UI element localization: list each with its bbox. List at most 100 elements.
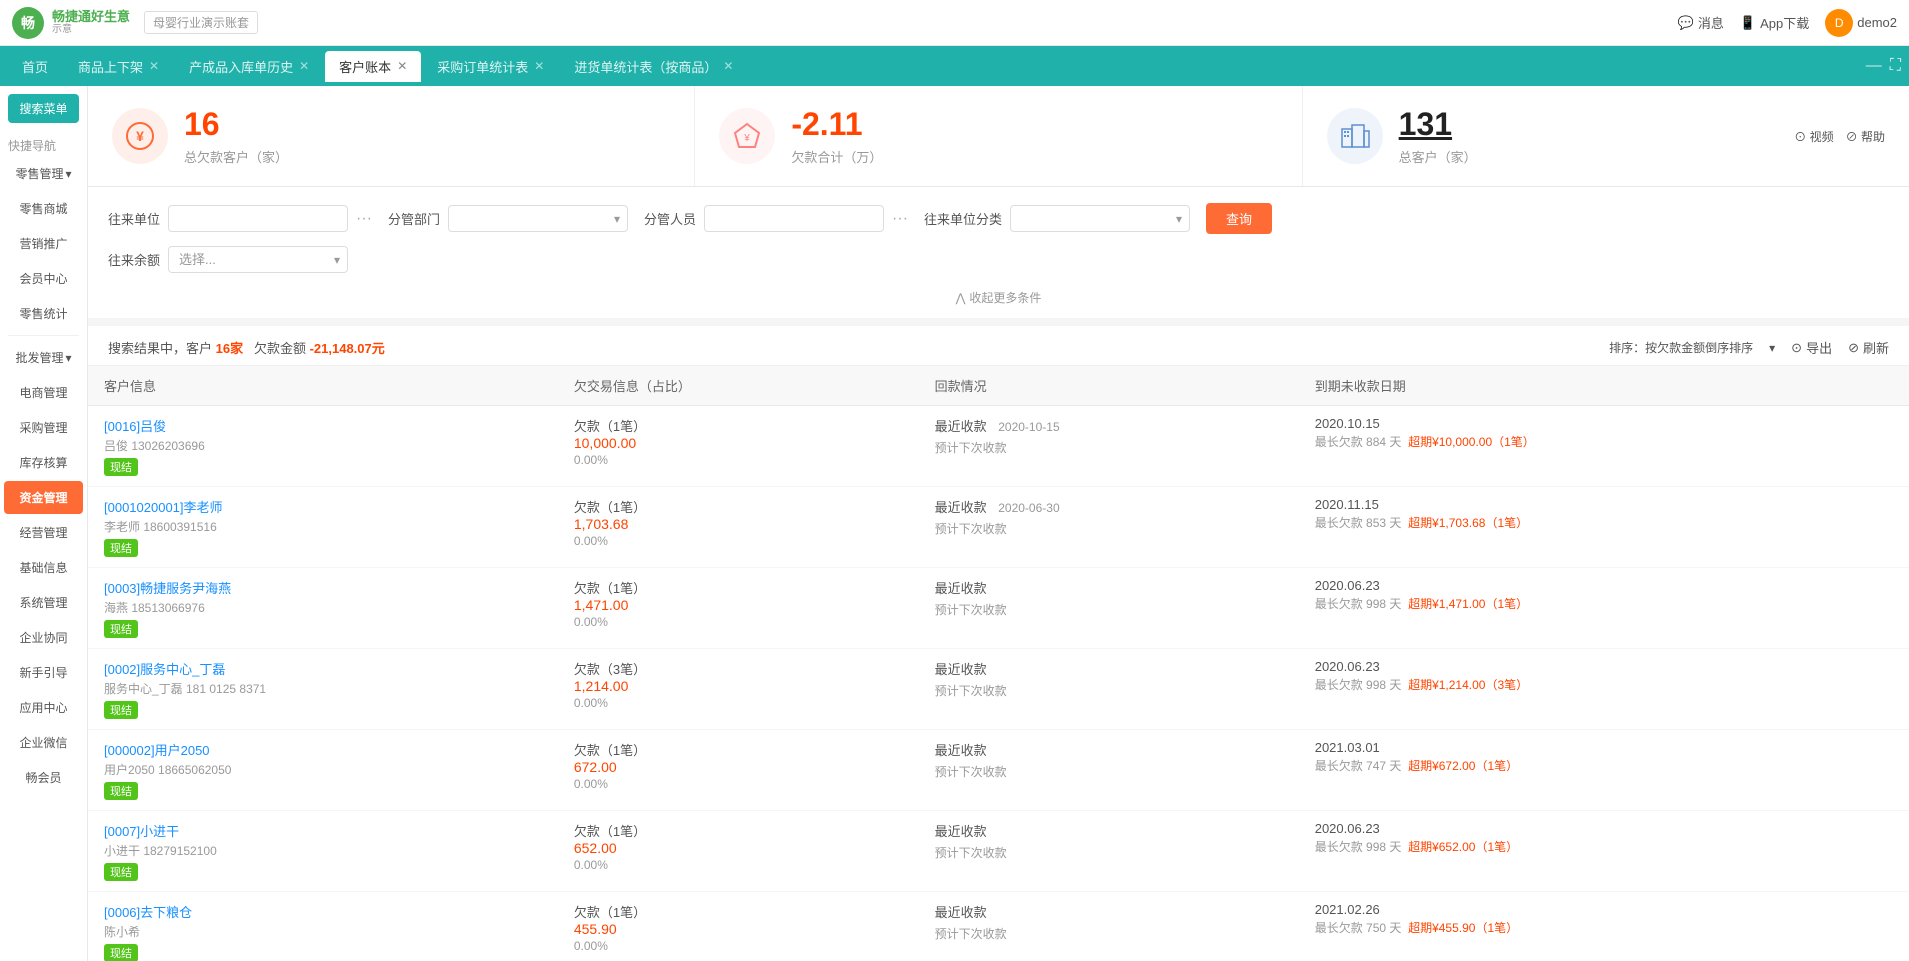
tab-close-product-listing[interactable]: ✕ bbox=[149, 59, 159, 73]
collection-recent-6: 最近收款 bbox=[935, 902, 1283, 921]
total-customers-icon bbox=[1327, 108, 1383, 164]
sidebar-item-chang-member[interactable]: 畅会员 bbox=[4, 761, 83, 794]
debt-percent-3: 0.00% bbox=[574, 696, 903, 710]
filter-input-customer[interactable] bbox=[168, 205, 348, 232]
customer-name-link-6[interactable]: [0006]去下粮仓 bbox=[104, 905, 192, 920]
tab-close-incoming[interactable]: ✕ bbox=[723, 59, 733, 73]
sidebar-item-inventory[interactable]: 库存核算 bbox=[4, 446, 83, 479]
app-download-button[interactable]: 📱 App下载 bbox=[1740, 13, 1809, 32]
filter-input-person[interactable] bbox=[704, 205, 884, 232]
filter-select-dept[interactable] bbox=[448, 205, 628, 232]
customer-name-link-4[interactable]: [000002]用户2050 bbox=[104, 743, 210, 758]
overdue-link-6[interactable]: 超期¥455.90（1笔） bbox=[1408, 921, 1518, 935]
debt-amount-1[interactable]: 1,703.68 bbox=[574, 516, 903, 532]
sidebar-item-enterprise-wechat[interactable]: 企业微信 bbox=[4, 726, 83, 759]
tab-purchase-stats[interactable]: 采购订单统计表 ✕ bbox=[423, 51, 558, 82]
sidebar-item-marketing[interactable]: 营销推广 bbox=[4, 227, 83, 260]
debt-amount-3[interactable]: 1,214.00 bbox=[574, 678, 903, 694]
sidebar-item-wholesale-mgmt[interactable]: 批发管理 ▾ bbox=[4, 341, 83, 374]
col-overdue: 到期未收款日期 bbox=[1299, 366, 1909, 406]
debt-amount-4[interactable]: 672.00 bbox=[574, 759, 903, 775]
overdue-link-2[interactable]: 超期¥1,471.00（1笔） bbox=[1408, 597, 1528, 611]
sidebar-item-newbie[interactable]: 新手引导 bbox=[4, 656, 83, 689]
filter-dots-customer[interactable]: ··· bbox=[356, 210, 372, 228]
cell-debt-0: 欠款（1笔） 10,000.00 0.00% bbox=[558, 406, 919, 487]
sidebar-item-retail-mgmt[interactable]: 零售管理 ▾ bbox=[4, 157, 83, 190]
tab-home[interactable]: 首页 bbox=[8, 51, 62, 82]
tab-minimize-btn[interactable]: — bbox=[1866, 57, 1882, 75]
sidebar-nav-title: 快捷导航 bbox=[0, 131, 87, 156]
user-menu[interactable]: D demo2 bbox=[1825, 9, 1897, 37]
tab-close-purchase[interactable]: ✕ bbox=[534, 59, 544, 73]
overdue-link-0[interactable]: 超期¥10,000.00（1笔） bbox=[1408, 435, 1535, 449]
filter-expand-btn[interactable]: ⋀ 收起更多条件 bbox=[108, 285, 1889, 310]
tab-maximize-btn[interactable]: ⛶ bbox=[1890, 57, 1901, 75]
tab-close-customer[interactable]: ✕ bbox=[397, 59, 407, 73]
customer-name-link-2[interactable]: [0003]畅捷服务尹海燕 bbox=[104, 581, 231, 596]
tag-xianjin-5: 现结 bbox=[104, 863, 138, 881]
customer-contact-3: 服务中心_丁磊 181 0125 8371 bbox=[104, 680, 542, 697]
cell-overdue-2: 2020.06.23 最长欠款 998 天 超期¥1,471.00（1笔） bbox=[1299, 568, 1909, 649]
export-button[interactable]: ⊙ 导出 bbox=[1791, 338, 1832, 357]
help-btn[interactable]: ⊘ 帮助 bbox=[1846, 128, 1885, 145]
overdue-link-4[interactable]: 超期¥672.00（1笔） bbox=[1408, 759, 1518, 773]
sidebar-item-basic-info[interactable]: 基础信息 bbox=[4, 551, 83, 584]
overdue-link-5[interactable]: 超期¥652.00（1笔） bbox=[1408, 840, 1518, 854]
sidebar-item-retail-stats[interactable]: 零售统计 bbox=[4, 297, 83, 330]
sidebar-item-app-center[interactable]: 应用中心 bbox=[4, 691, 83, 724]
tab-close-production[interactable]: ✕ bbox=[299, 59, 309, 73]
tab-product-listing[interactable]: 商品上下架 ✕ bbox=[64, 51, 173, 82]
overdue-date-4: 2021.03.01 bbox=[1315, 740, 1893, 755]
sidebar-item-finance[interactable]: 资金管理 bbox=[4, 481, 83, 514]
customer-name-link-0[interactable]: [0016]吕俊 bbox=[104, 419, 166, 434]
stat-info-2: -2.11 欠款合计（万） bbox=[791, 106, 882, 166]
cell-overdue-4: 2021.03.01 最长欠款 747 天 超期¥672.00（1笔） bbox=[1299, 730, 1909, 811]
customer-name-link-5[interactable]: [0007]小进干 bbox=[104, 824, 179, 839]
sidebar-item-retail-mall[interactable]: 零售商城 bbox=[4, 192, 83, 225]
overdue-link-1[interactable]: 超期¥1,703.68（1笔） bbox=[1408, 516, 1528, 530]
filter-select-wrap-dept bbox=[448, 205, 628, 232]
refresh-button[interactable]: ⊘ 刷新 bbox=[1848, 338, 1889, 357]
tab-production-history[interactable]: 产成品入库单历史 ✕ bbox=[175, 51, 323, 82]
tab-customer-account[interactable]: 客户账本 ✕ bbox=[325, 51, 421, 82]
search-button[interactable]: 查询 bbox=[1206, 203, 1272, 234]
overdue-link-3[interactable]: 超期¥1,214.00（3笔） bbox=[1408, 678, 1528, 692]
filter-field-balance: 往来余额 选择... bbox=[108, 246, 348, 273]
debt-count-3: 欠款（3笔） bbox=[574, 659, 903, 678]
system-name[interactable]: 母婴行业演示账套 bbox=[144, 11, 258, 34]
sidebar-item-operations[interactable]: 经营管理 bbox=[4, 516, 83, 549]
message-button[interactable]: 💬 消息 bbox=[1678, 13, 1724, 32]
filter-select-category[interactable] bbox=[1010, 205, 1190, 232]
tab-incoming-stats[interactable]: 进货单统计表（按商品） ✕ bbox=[560, 51, 747, 82]
sidebar-item-ecommerce[interactable]: 电商管理 bbox=[4, 376, 83, 409]
debt-amount-2[interactable]: 1,471.00 bbox=[574, 597, 903, 613]
stat-value-total-customers: 131 bbox=[1399, 106, 1477, 143]
filter-dots-person[interactable]: ··· bbox=[892, 210, 908, 228]
tab-bar-right: — ⛶ bbox=[1866, 57, 1901, 75]
sidebar-item-system[interactable]: 系统管理 bbox=[4, 586, 83, 619]
chevron-icon-retail: ▾ bbox=[65, 167, 71, 181]
svg-text:¥: ¥ bbox=[136, 128, 144, 144]
table-body: [0016]吕俊 吕俊 13026203696 现结 欠款（1笔） 10,000… bbox=[88, 406, 1909, 961]
debt-amount-6[interactable]: 455.90 bbox=[574, 921, 903, 937]
sidebar-item-members[interactable]: 会员中心 bbox=[4, 262, 83, 295]
filter-field-dept: 分管部门 bbox=[388, 205, 628, 232]
collection-next-3: 预计下次收款 bbox=[935, 682, 1283, 699]
customer-name-link-3[interactable]: [0002]服务中心_丁磊 bbox=[104, 662, 225, 677]
filter-select-balance[interactable]: 选择... bbox=[168, 246, 348, 273]
sidebar-item-purchase[interactable]: 采购管理 bbox=[4, 411, 83, 444]
customer-name-link-1[interactable]: [0001020001]李老师 bbox=[104, 500, 223, 515]
building-icon-svg bbox=[1338, 121, 1372, 151]
filter-row-1: 往来单位 ··· 分管部门 分管人员 ··· bbox=[108, 203, 1889, 234]
debt-percent-4: 0.00% bbox=[574, 777, 903, 791]
video-btn[interactable]: ⊙ 视频 bbox=[1794, 128, 1833, 145]
debt-amount-0[interactable]: 10,000.00 bbox=[574, 435, 903, 451]
cell-customer-6: [0006]去下粮仓 陈小希 现结 bbox=[88, 892, 558, 961]
overdue-date-1: 2020.11.15 bbox=[1315, 497, 1893, 512]
overdue-date-6: 2021.02.26 bbox=[1315, 902, 1893, 917]
summary-debt-value: -21,148.07元 bbox=[310, 341, 385, 356]
sidebar-item-enterprise-collab[interactable]: 企业协同 bbox=[4, 621, 83, 654]
chevron-down-sort-icon[interactable]: ▾ bbox=[1769, 341, 1775, 355]
debt-amount-5[interactable]: 652.00 bbox=[574, 840, 903, 856]
search-menu-button[interactable]: 搜索菜单 bbox=[8, 94, 79, 123]
